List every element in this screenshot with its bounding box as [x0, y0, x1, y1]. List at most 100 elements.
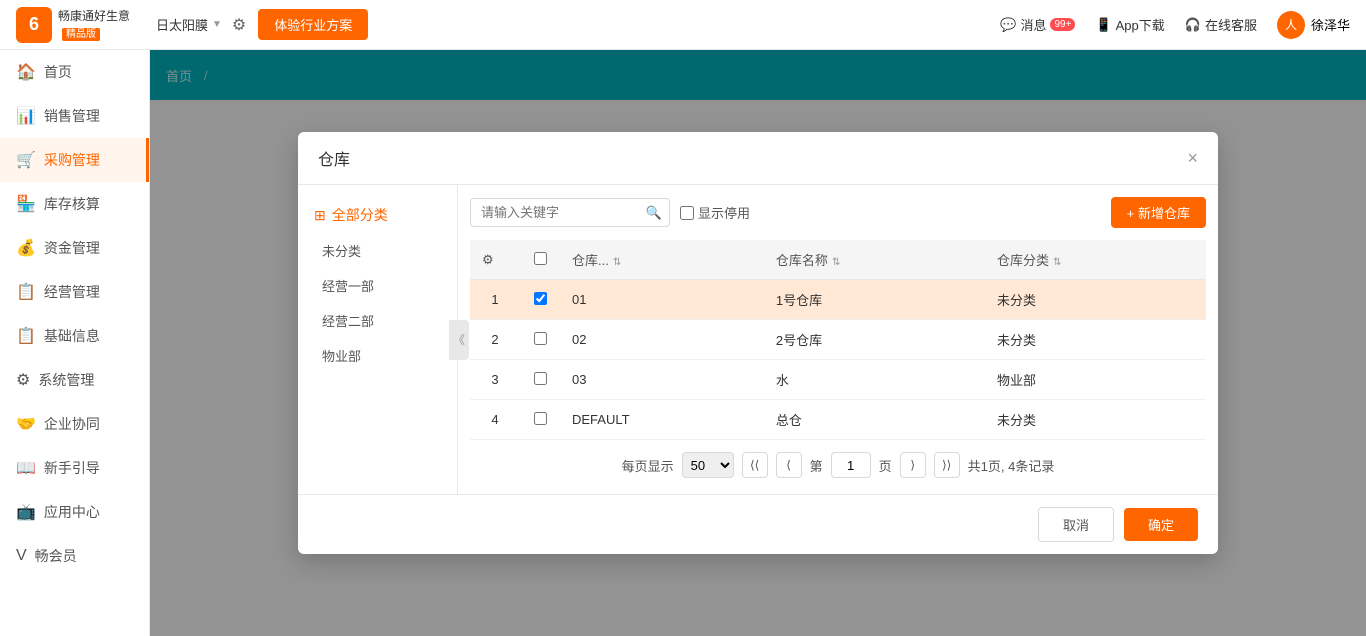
store-dropdown-icon: ▼ — [212, 19, 222, 30]
table-row[interactable]: 4 DEFAULT 总仓 未分类 — [470, 400, 1206, 440]
show-disabled-label[interactable]: 显示停用 — [680, 203, 750, 222]
row-code: DEFAULT — [560, 400, 764, 440]
row-code: 01 — [560, 280, 764, 320]
page-unit: 页 — [879, 456, 892, 475]
sidebar-label-enterprise: 企业协同 — [44, 414, 100, 434]
sidebar-item-system[interactable]: ⚙ 系统管理 — [0, 358, 149, 402]
user-info[interactable]: 人 徐泽华 — [1277, 11, 1350, 39]
th-name: 仓库名称⇅ — [764, 240, 985, 280]
total-info: 共1页, 4条记录 — [968, 456, 1055, 475]
prev-page-button[interactable]: ⟨ — [776, 452, 802, 478]
search-bar: 🔍 显示停用 + 新增仓库 — [470, 197, 1206, 228]
try-industry-button[interactable]: 体验行业方案 — [258, 9, 368, 40]
online-service-action[interactable]: 🎧 在线客服 — [1185, 15, 1257, 34]
sidebar-item-basics[interactable]: 📋 基础信息 — [0, 314, 149, 358]
row-code: 03 — [560, 360, 764, 400]
basics-icon: 📋 — [16, 326, 36, 346]
table-wrap: ⚙ 仓库...⇅ 仓库名称⇅ 仓库分类⇅ 1 0 — [470, 240, 1206, 440]
row-checkbox[interactable] — [534, 372, 547, 385]
show-disabled-checkbox[interactable] — [680, 206, 694, 220]
guide-icon: 📖 — [16, 458, 36, 478]
row-checkbox[interactable] — [534, 412, 547, 425]
table-row[interactable]: 3 03 水 物业部 — [470, 360, 1206, 400]
top-header: 6 畅康通好生意 精品版 日太阳膜 ▼ ⚙ 体验行业方案 💬 消息 99+ 📱 … — [0, 0, 1366, 50]
sidebar-item-finance[interactable]: 💰 资金管理 — [0, 226, 149, 270]
category-item-property[interactable]: 物业部 — [298, 338, 457, 373]
page-input[interactable] — [831, 452, 871, 478]
membership-icon: V — [16, 547, 27, 565]
purchase-icon: 🛒 — [16, 150, 36, 170]
store-selector[interactable]: 日太阳膜 ▼ — [156, 15, 222, 34]
row-num: 3 — [470, 360, 520, 400]
row-checkbox-cell — [520, 320, 560, 360]
page-size-select[interactable]: 50 100 200 — [682, 452, 734, 478]
sidebar-item-apps[interactable]: 📺 应用中心 — [0, 490, 149, 534]
settings-icon[interactable]: ⚙ — [232, 15, 246, 35]
table-row[interactable]: 1 01 1号仓库 未分类 — [470, 280, 1206, 320]
messages-action[interactable]: 💬 消息 99+ — [1000, 15, 1075, 34]
sidebar-item-enterprise[interactable]: 🤝 企业协同 — [0, 402, 149, 446]
row-checkbox-cell — [520, 280, 560, 320]
app-download-label: App下载 — [1116, 15, 1165, 34]
row-num: 2 — [470, 320, 520, 360]
search-icon[interactable]: 🔍 — [646, 205, 662, 221]
layout: 🏠 首页 📊 销售管理 🛒 采购管理 🏪 库存核算 💰 资金管理 📋 经营管理 … — [0, 50, 1366, 636]
sidebar-label-membership: 畅会员 — [35, 546, 77, 566]
category-item-ops2[interactable]: 经营二部 — [298, 303, 457, 338]
cancel-button[interactable]: 取消 — [1038, 507, 1114, 542]
sidebar-item-purchase[interactable]: 🛒 采购管理 — [0, 138, 149, 182]
category-all-label: 全部分类 — [332, 205, 388, 225]
row-checkbox[interactable] — [534, 292, 547, 305]
row-category: 未分类 — [985, 280, 1206, 320]
sidebar-label-sales: 销售管理 — [44, 106, 100, 126]
row-name: 总仓 — [764, 400, 985, 440]
finance-icon: 💰 — [16, 238, 36, 258]
search-input[interactable] — [470, 198, 670, 227]
apps-icon: 📺 — [16, 502, 36, 522]
last-page-button[interactable]: ⟩⟩ — [934, 452, 960, 478]
sales-icon: 📊 — [16, 106, 36, 126]
modal-title: 仓库 — [318, 146, 350, 170]
category-header[interactable]: ⊞ 全部分类 — [298, 197, 457, 233]
row-code: 02 — [560, 320, 764, 360]
row-checkbox-cell — [520, 400, 560, 440]
sidebar-item-guide[interactable]: 📖 新手引导 — [0, 446, 149, 490]
th-settings: ⚙ — [470, 240, 520, 280]
row-category: 物业部 — [985, 360, 1206, 400]
message-icon: 💬 — [1000, 17, 1016, 33]
sidebar-item-membership[interactable]: V 畅会员 — [0, 534, 149, 578]
th-category: 仓库分类⇅ — [985, 240, 1206, 280]
row-checkbox-cell — [520, 360, 560, 400]
online-service-label: 在线客服 — [1205, 15, 1257, 34]
sidebar-item-operations[interactable]: 📋 经营管理 — [0, 270, 149, 314]
search-input-wrap: 🔍 — [470, 198, 670, 227]
home-icon: 🏠 — [16, 62, 36, 82]
sidebar-item-sales[interactable]: 📊 销售管理 — [0, 94, 149, 138]
user-name: 徐泽华 — [1311, 15, 1350, 34]
next-page-button[interactable]: ⟩ — [900, 452, 926, 478]
category-item-unclassified[interactable]: 未分类 — [298, 233, 457, 268]
category-item-ops1[interactable]: 经营一部 — [298, 268, 457, 303]
brand-icon: 6 — [16, 7, 52, 43]
sidebar-label-operations: 经营管理 — [44, 282, 100, 302]
inventory-icon: 🏪 — [16, 194, 36, 214]
sidebar-label-apps: 应用中心 — [44, 502, 100, 522]
page-size-label: 每页显示 — [622, 456, 674, 475]
row-checkbox[interactable] — [534, 332, 547, 345]
modal-close-button[interactable]: × — [1187, 148, 1198, 169]
sidebar-item-inventory[interactable]: 🏪 库存核算 — [0, 182, 149, 226]
confirm-button[interactable]: 确定 — [1124, 508, 1198, 541]
select-all-checkbox[interactable] — [534, 252, 547, 265]
page-label: 第 — [810, 456, 823, 475]
first-page-button[interactable]: ⟨⟨ — [742, 452, 768, 478]
brand-name: 畅康通好生意 — [58, 9, 130, 25]
table-row[interactable]: 2 02 2号仓库 未分类 — [470, 320, 1206, 360]
add-warehouse-button[interactable]: + 新增仓库 — [1111, 197, 1206, 228]
sidebar-item-home[interactable]: 🏠 首页 — [0, 50, 149, 94]
app-download-action[interactable]: 📱 App下载 — [1095, 15, 1164, 34]
th-code: 仓库...⇅ — [560, 240, 764, 280]
row-name: 水 — [764, 360, 985, 400]
row-num: 1 — [470, 280, 520, 320]
collapse-button[interactable]: 《 — [449, 320, 469, 360]
messages-label: 消息 — [1020, 15, 1046, 34]
